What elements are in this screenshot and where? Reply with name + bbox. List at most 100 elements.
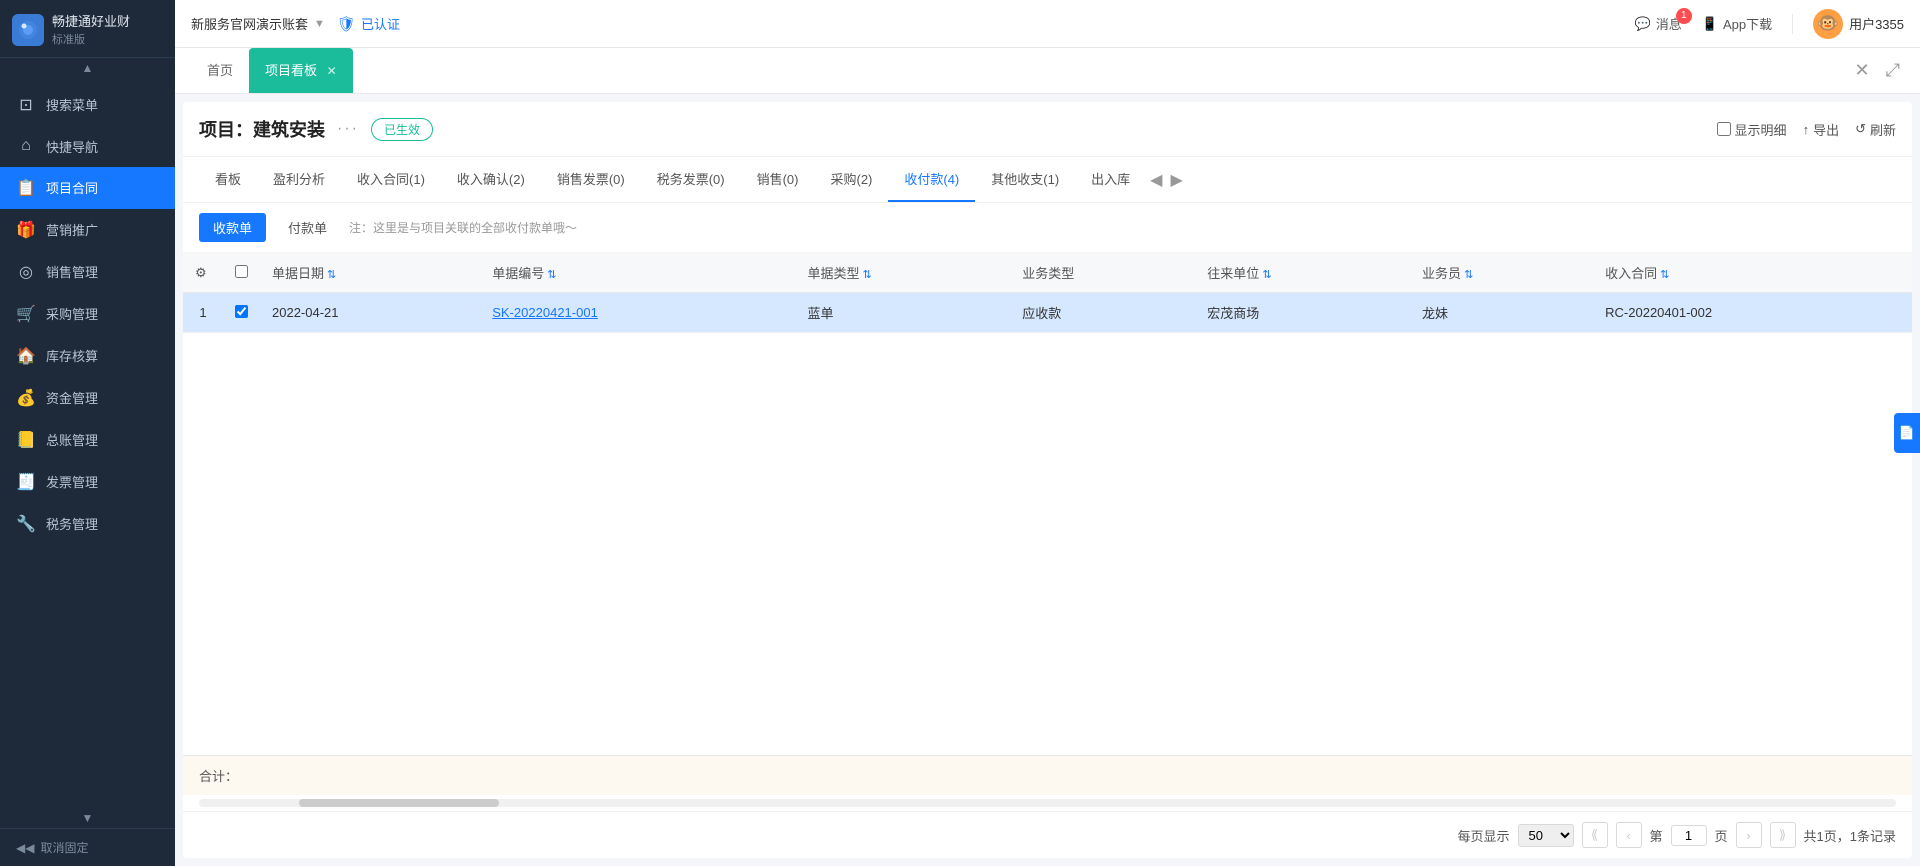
sort-salesman-icon[interactable]: ⇅ — [1464, 269, 1473, 281]
table-row[interactable]: 1 2022-04-21 SK-20220421-001 蓝单 应收款 宏茂商场… — [183, 293, 1912, 333]
sub-tab-profit[interactable]: 盈利分析 — [257, 157, 341, 202]
page-input[interactable] — [1671, 825, 1707, 846]
row-biz-type: 应收款 — [1010, 293, 1195, 333]
sub-tab-inout[interactable]: 出入库 — [1075, 157, 1146, 202]
sub-tab-payment[interactable]: 收付款(4) — [888, 157, 975, 202]
show-detail-label: 显示明细 — [1735, 120, 1787, 139]
show-detail-btn[interactable]: 显示明细 — [1717, 120, 1787, 139]
sidebar-item-label: 资金管理 — [46, 388, 98, 407]
home-icon: ⌂ — [16, 137, 36, 155]
sub-tab-purchase[interactable]: 采购(2) — [814, 157, 888, 202]
demo-account-selector[interactable]: 新服务官网演示账套 ▼ — [191, 14, 325, 33]
sub-tab-other[interactable]: 其他收支(1) — [975, 157, 1075, 202]
inner-tab-payment[interactable]: 付款单 — [274, 213, 341, 242]
th-settings[interactable]: ⚙ — [183, 253, 223, 293]
page-first-btn[interactable]: ⟪ — [1582, 822, 1608, 848]
select-all-checkbox[interactable] — [235, 265, 248, 278]
sidebar-item-tax[interactable]: 🔧 税务管理 — [0, 503, 175, 545]
scroll-down-indicator[interactable]: ▼ — [0, 808, 175, 828]
page-text: 第 — [1650, 826, 1663, 845]
sub-tab-sales-invoice[interactable]: 销售发票(0) — [541, 157, 641, 202]
horizontal-scrollbar-thumb[interactable] — [299, 799, 499, 807]
sidebar-item-label: 营销推广 — [46, 220, 98, 239]
row-partner: 宏茂商场 — [1195, 293, 1410, 333]
tab-expand-btn[interactable]: ⤢ — [1882, 58, 1904, 83]
total-pages-info: 共1页，1条记录 — [1804, 826, 1896, 845]
verified-badge: 🛡 已认证 — [337, 14, 400, 33]
sort-partner-icon[interactable]: ⇅ — [1262, 269, 1271, 281]
show-detail-checkbox[interactable] — [1717, 122, 1731, 136]
th-number-label: 单据编号 — [492, 266, 544, 281]
message-icon: 💬 — [1635, 16, 1651, 32]
sidebar-item-label: 搜索菜单 — [46, 95, 98, 114]
inner-tab-receipt[interactable]: 收款单 — [199, 213, 266, 242]
tab-project-board[interactable]: 项目看板 ✕ — [249, 48, 353, 93]
sub-tab-income-contract[interactable]: 收入合同(1) — [341, 157, 441, 202]
sort-number-icon[interactable]: ⇅ — [547, 269, 556, 281]
float-action-icon: 📄 — [1899, 425, 1915, 441]
page-prev-btn[interactable]: ‹ — [1616, 822, 1642, 848]
search-icon: ⊡ — [16, 95, 36, 115]
sub-tab-sales[interactable]: 销售(0) — [741, 157, 815, 202]
float-action-btn[interactable]: 📄 — [1894, 413, 1920, 453]
user-avatar: 🐵 — [1813, 9, 1843, 39]
sidebar-item-search[interactable]: ⊡ 搜索菜单 — [0, 84, 175, 126]
tab-close-window-btn[interactable]: ✕ — [1851, 58, 1874, 83]
sub-tab-board[interactable]: 看板 — [199, 157, 257, 202]
topbar: 新服务官网演示账套 ▼ 🛡 已认证 💬 消息 1 📱 App下载 🐵 用户335… — [175, 0, 1920, 48]
tab-bar: 首页 项目看板 ✕ ✕ ⤢ — [175, 48, 1920, 94]
sub-tab-prev-arrow[interactable]: ◀ — [1146, 162, 1166, 198]
project-more-btn[interactable]: ··· — [337, 120, 359, 138]
row-checkbox[interactable] — [235, 305, 248, 318]
sidebar-item-funds[interactable]: 💰 资金管理 — [0, 377, 175, 419]
sidebar-unpin-btn[interactable]: ◀◀ 取消固定 — [0, 828, 175, 866]
th-biz-type-label: 业务类型 — [1022, 266, 1074, 281]
th-contract: 收入合同⇅ — [1593, 253, 1912, 293]
project-prefix: 项目： — [199, 120, 253, 140]
unpin-label: 取消固定 — [40, 839, 88, 856]
th-date: 单据日期⇅ — [260, 253, 480, 293]
app-download-label: App下载 — [1723, 14, 1772, 33]
page-next-btn[interactable]: › — [1736, 822, 1762, 848]
app-logo-icon — [12, 14, 44, 46]
sub-tab-income-confirm[interactable]: 收入确认(2) — [441, 157, 541, 202]
sub-tab-tax-invoice[interactable]: 税务发票(0) — [641, 157, 741, 202]
tab-project-board-label: 项目看板 — [265, 63, 317, 78]
per-page-select[interactable]: 50 20 100 — [1518, 824, 1574, 847]
sub-tab-next-arrow[interactable]: ▶ — [1166, 162, 1186, 198]
app-download-btn[interactable]: 📱 App下载 — [1702, 14, 1772, 33]
tab-home[interactable]: 首页 — [191, 48, 249, 93]
sidebar-item-marketing[interactable]: 🎁 营销推广 — [0, 209, 175, 251]
total-row: 合计： — [183, 755, 1912, 795]
sidebar-item-sales[interactable]: ◎ 销售管理 — [0, 251, 175, 293]
scrollbar-row — [183, 795, 1912, 811]
tab-close-icon[interactable]: ✕ — [327, 64, 337, 78]
refresh-btn[interactable]: ↺ 刷新 — [1855, 120, 1896, 139]
sidebar-item-ledger[interactable]: 📒 总账管理 — [0, 419, 175, 461]
page-last-btn[interactable]: ⟫ — [1770, 822, 1796, 848]
sort-type-icon[interactable]: ⇅ — [863, 269, 872, 281]
sort-contract-icon[interactable]: ⇅ — [1660, 269, 1669, 281]
th-checkbox[interactable] — [223, 253, 260, 293]
sidebar-item-label: 快捷导航 — [46, 137, 98, 156]
sidebar-item-contract[interactable]: 📋 项目合同 — [0, 167, 175, 209]
sidebar-item-inventory[interactable]: 🏠 库存核算 — [0, 335, 175, 377]
app-edition: 标准版 — [52, 31, 130, 47]
project-header: 项目：建筑安装 ··· 已生效 显示明细 ↑ 导出 ↺ 刷新 — [183, 102, 1912, 157]
row-number[interactable]: SK-20220421-001 — [480, 293, 795, 333]
sidebar-item-invoice[interactable]: 🧾 发票管理 — [0, 461, 175, 503]
row-number-link[interactable]: SK-20220421-001 — [492, 305, 598, 320]
export-btn[interactable]: ↑ 导出 — [1803, 120, 1840, 139]
shield-icon: 🛡 — [337, 15, 356, 33]
project-title: 项目：建筑安装 — [199, 116, 325, 142]
sidebar-item-quicknav[interactable]: ⌂ 快捷导航 — [0, 126, 175, 167]
horizontal-scrollbar-track[interactable] — [199, 799, 1896, 807]
settings-icon[interactable]: ⚙ — [195, 265, 207, 280]
scroll-up-indicator[interactable]: ▲ — [0, 58, 175, 78]
sidebar-item-purchase[interactable]: 🛒 采购管理 — [0, 293, 175, 335]
sort-date-icon[interactable]: ⇅ — [327, 269, 336, 281]
user-menu-btn[interactable]: 🐵 用户3355 — [1813, 9, 1904, 39]
message-btn[interactable]: 💬 消息 1 — [1635, 14, 1682, 33]
tabbar-actions: ✕ ⤢ — [1851, 58, 1905, 83]
tax-icon: 🔧 — [16, 514, 36, 534]
